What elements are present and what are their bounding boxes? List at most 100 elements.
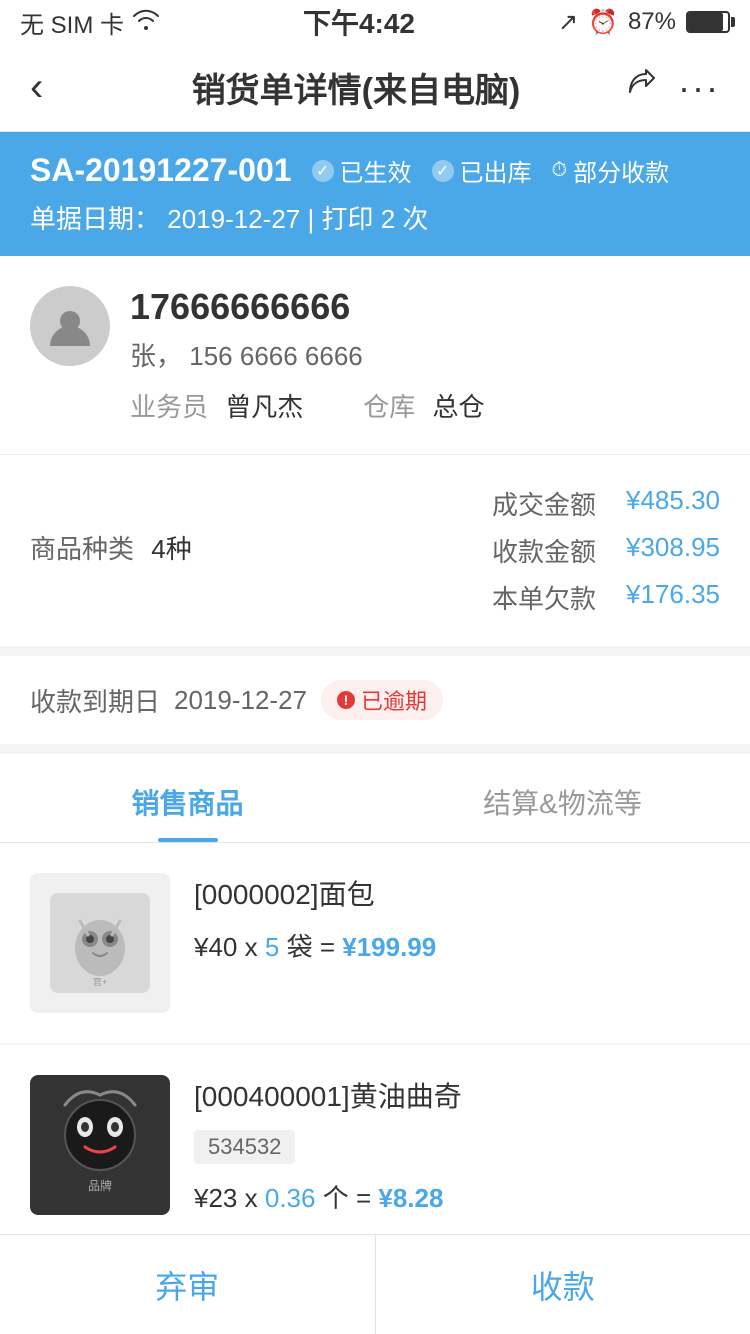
customer-id: 17666666666 bbox=[130, 286, 720, 328]
product-item-2: 品牌 [000400001]黄油曲奇 534532 ¥23 x 0.36 个 =… bbox=[0, 1045, 750, 1245]
status-partial-label: 部分收款 bbox=[573, 153, 669, 188]
total-2: ¥8.28 bbox=[378, 1183, 443, 1213]
nav-bar: ‹ 销货单详情(来自电脑) ··· bbox=[0, 44, 750, 132]
product-sku-2: 534532 bbox=[194, 1130, 295, 1164]
location-icon: ↗ bbox=[558, 8, 578, 37]
product-name-1: [0000002]面包 bbox=[194, 873, 720, 913]
print-count: 2 bbox=[381, 204, 395, 234]
product-type-count: 4种 bbox=[151, 534, 191, 564]
collected-value: ¥308.95 bbox=[626, 532, 720, 569]
carrier-text: 无 SIM 卡 bbox=[20, 5, 124, 40]
svg-text:品牌: 品牌 bbox=[88, 1179, 112, 1193]
status-partial: ⏱ 部分收款 bbox=[552, 153, 670, 188]
total-1: ¥199.99 bbox=[342, 932, 436, 962]
product-info-1: [0000002]面包 ¥40 x 5 袋 = ¥199.99 bbox=[194, 873, 720, 964]
eq-2: = bbox=[356, 1183, 378, 1213]
unit-2: 个 bbox=[323, 1183, 349, 1213]
battery-icon bbox=[686, 11, 730, 33]
unit-1: 袋 bbox=[287, 932, 313, 962]
banner-row2: 单据日期： 2019-12-27 | 打印 2 次 bbox=[30, 199, 720, 236]
eq-1: = bbox=[320, 932, 342, 962]
price-x-1: x bbox=[245, 932, 265, 962]
customer-phone: 张， 156 6666 6666 bbox=[130, 336, 720, 373]
stats-right: 成交金额 ¥485.30 收款金额 ¥308.95 本单欠款 ¥176.35 bbox=[492, 485, 720, 616]
product-price-2: ¥23 x 0.36 个 = ¥8.28 bbox=[194, 1178, 720, 1215]
status-bar: 无 SIM 卡 下午4:42 ↗ ⏰ 87% bbox=[0, 0, 750, 44]
warehouse-value: 总仓 bbox=[433, 392, 485, 422]
product-name-2: [000400001]黄油曲奇 bbox=[194, 1075, 720, 1115]
overdue-text: 已逾期 bbox=[361, 684, 427, 716]
status-bar-left: 无 SIM 卡 bbox=[20, 5, 160, 40]
sales-label: 业务员 bbox=[130, 392, 208, 422]
debt-value: ¥176.35 bbox=[626, 579, 720, 616]
product-type-item: 商品种类 4种 bbox=[30, 529, 192, 566]
overdue-badge: ! 已逾期 bbox=[321, 680, 443, 720]
cancel-review-button[interactable]: 弃审 bbox=[0, 1235, 376, 1334]
customer-meta: 业务员 曾凡杰 仓库 总仓 bbox=[130, 387, 720, 424]
price-base-1: ¥40 bbox=[194, 932, 237, 962]
overdue-icon: ! bbox=[337, 691, 355, 709]
sales-meta: 业务员 曾凡杰 bbox=[130, 387, 303, 424]
alarm-icon: ⏰ bbox=[588, 8, 618, 37]
tab-settlement-label: 结算&物流等 bbox=[483, 788, 642, 819]
amount-value: ¥485.30 bbox=[626, 485, 720, 522]
warehouse-meta: 仓库 总仓 bbox=[363, 387, 484, 424]
share-button[interactable] bbox=[622, 66, 658, 110]
products-list: 官+ [0000002]面包 ¥40 x 5 袋 = ¥199.99 bbox=[0, 843, 750, 1245]
nav-actions: ··· bbox=[622, 66, 720, 110]
warehouse-label: 仓库 bbox=[363, 392, 415, 422]
check-icon-2: ✓ bbox=[432, 160, 454, 182]
price-base-2: ¥23 bbox=[194, 1183, 237, 1213]
customer-info: 17666666666 张， 156 6666 6666 业务员 曾凡杰 仓库 … bbox=[130, 286, 720, 424]
stats-section: 商品种类 4种 成交金额 ¥485.30 收款金额 ¥308.95 本单欠款 ¥… bbox=[0, 455, 750, 656]
page-title: 销货单详情(来自电脑) bbox=[192, 63, 521, 112]
tab-products[interactable]: 销售商品 bbox=[0, 754, 375, 842]
status-shipped: ✓ 已出库 bbox=[432, 153, 532, 188]
print-unit: 次 bbox=[402, 204, 428, 234]
customer-phone-number: 156 6666 6666 bbox=[189, 341, 363, 371]
sales-person: 曾凡杰 bbox=[225, 392, 303, 422]
print-sep: | 打印 bbox=[307, 204, 380, 234]
order-id: SA-20191227-001 bbox=[30, 152, 292, 189]
status-shipped-label: 已出库 bbox=[460, 153, 532, 188]
due-date-value: 2019-12-27 bbox=[174, 685, 307, 716]
price-x-2: x bbox=[245, 1183, 265, 1213]
tab-settlement[interactable]: 结算&物流等 bbox=[375, 754, 750, 842]
more-button[interactable]: ··· bbox=[678, 67, 720, 109]
status-active: ✓ 已生效 bbox=[312, 153, 412, 188]
due-section: 收款到期日 2019-12-27 ! 已逾期 bbox=[0, 656, 750, 754]
status-active-label: 已生效 bbox=[340, 153, 412, 188]
back-button[interactable]: ‹ bbox=[30, 65, 90, 110]
check-icon-1: ✓ bbox=[312, 160, 334, 182]
clock-icon: ⏱ bbox=[552, 159, 568, 182]
qty-1: 5 bbox=[265, 932, 279, 962]
product-item: 官+ [0000002]面包 ¥40 x 5 袋 = ¥199.99 bbox=[0, 843, 750, 1043]
collected-row: 收款金额 ¥308.95 bbox=[492, 532, 720, 569]
order-date: 2019-12-27 bbox=[167, 204, 300, 234]
status-bar-right: ↗ ⏰ 87% bbox=[558, 8, 730, 37]
collected-label: 收款金额 bbox=[492, 532, 596, 569]
product-image-2: 品牌 bbox=[30, 1075, 170, 1215]
tab-products-label: 销售商品 bbox=[131, 788, 243, 819]
bottom-bar: 弃审 收款 bbox=[0, 1234, 750, 1334]
product-info-2: [000400001]黄油曲奇 534532 ¥23 x 0.36 个 = ¥8… bbox=[194, 1075, 720, 1215]
qty-2: 0.36 bbox=[265, 1183, 316, 1213]
collect-button[interactable]: 收款 bbox=[376, 1235, 750, 1334]
svg-text:官+: 官+ bbox=[93, 976, 107, 987]
stats-left: 商品种类 4种 bbox=[30, 485, 192, 616]
product-type-label: 商品种类 bbox=[30, 534, 134, 564]
tabs-section: 销售商品 结算&物流等 bbox=[0, 754, 750, 843]
battery-text: 87% bbox=[628, 8, 676, 36]
debt-row: 本单欠款 ¥176.35 bbox=[492, 579, 720, 616]
debt-label: 本单欠款 bbox=[492, 579, 596, 616]
time-display: 下午4:42 bbox=[303, 2, 415, 42]
product-price-1: ¥40 x 5 袋 = ¥199.99 bbox=[194, 927, 720, 964]
avatar bbox=[30, 286, 110, 366]
amount-label: 成交金额 bbox=[492, 485, 596, 522]
product-image-1: 官+ bbox=[30, 873, 170, 1013]
customer-name-text: 张， bbox=[130, 341, 182, 371]
amount-row: 成交金额 ¥485.30 bbox=[492, 485, 720, 522]
banner-row1: SA-20191227-001 ✓ 已生效 ✓ 已出库 ⏱ 部分收款 bbox=[30, 152, 720, 189]
due-date-label: 收款到期日 bbox=[30, 682, 160, 719]
header-banner: SA-20191227-001 ✓ 已生效 ✓ 已出库 ⏱ 部分收款 单据日期：… bbox=[0, 132, 750, 256]
